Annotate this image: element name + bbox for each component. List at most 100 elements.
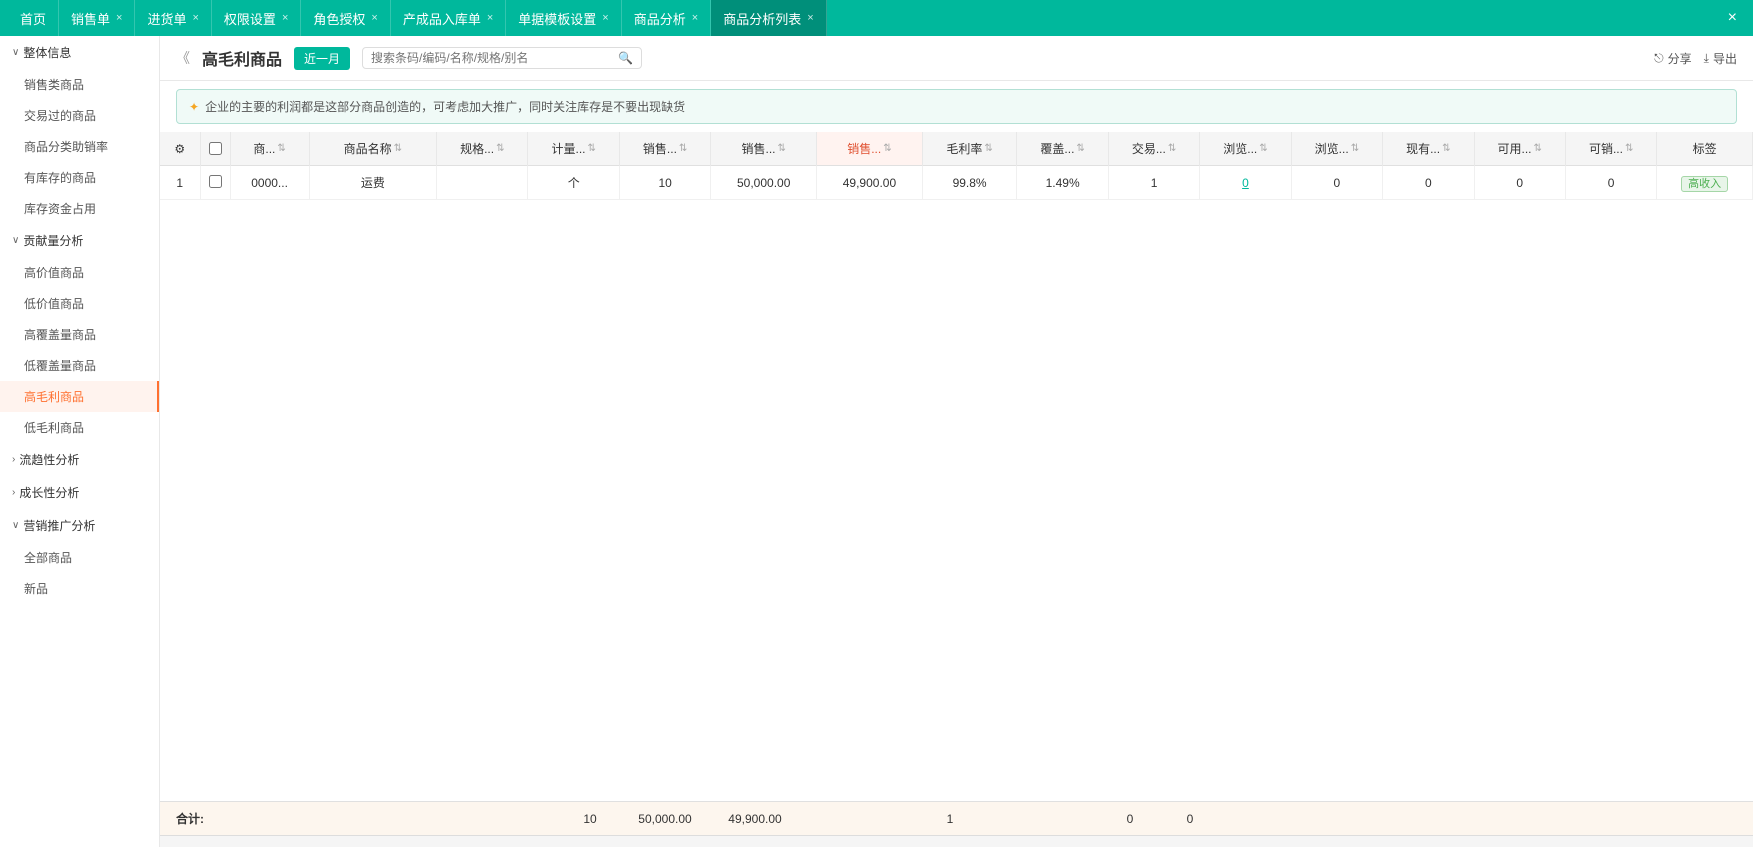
sidebar-item-stocked-goods[interactable]: 有库存的商品 [0,162,159,193]
nav-tab-sales[interactable]: 销售单 × [59,0,135,36]
col-available[interactable]: 可用...⇅ [1474,132,1565,166]
data-table-wrapper[interactable]: ⚙ 商...⇅ 商品名称⇅ 规格...⇅ [160,132,1753,801]
col-sales-amount[interactable]: 销售...⇅ [711,132,817,166]
view1-link[interactable]: 0 [1242,176,1249,190]
close-icon[interactable]: × [692,12,698,24]
nav-tab-home[interactable]: 首页 [8,0,59,36]
table-row: 1 0000... 运费 个 10 50,000.00 49,900.00 99… [160,166,1753,200]
col-view2[interactable]: 浏览...⇅ [1291,132,1382,166]
sort-icon: ⇅ [778,143,786,154]
sidebar-item-stock-capital[interactable]: 库存资金占用 [0,193,159,224]
sidebar-item-high-margin[interactable]: 高毛利商品 [0,381,159,412]
close-icon[interactable]: × [807,12,813,24]
col-name[interactable]: 商品名称⇅ [309,132,436,166]
content-header: 《 高毛利商品 近一月 🔍 ⎋ 分享 ⤓ 导出 [160,36,1753,81]
time-filter-button[interactable]: 近一月 [294,47,350,70]
sidebar-item-new-goods[interactable]: 新品 [0,573,159,604]
col-tag: 标签 [1657,132,1753,166]
export-button[interactable]: ⤓ 导出 [1704,50,1737,67]
sidebar-group-overall[interactable]: ∨ 整体信息 [0,36,159,69]
sidebar-item-high-value[interactable]: 高价值商品 [0,257,159,288]
sidebar: ∨ 整体信息 销售类商品 交易过的商品 商品分类助销率 有库存的商品 库存资金占… [0,36,160,847]
sort-icon: ⇅ [883,143,891,154]
sort-icon: ⇅ [1534,143,1542,154]
sidebar-group-marketing[interactable]: ∨ 营销推广分析 [0,509,159,542]
sort-icon: ⇅ [496,143,504,154]
sort-icon: ⇅ [1351,143,1359,154]
col-unit[interactable]: 计量...⇅ [528,132,619,166]
sidebar-item-low-value[interactable]: 低价值商品 [0,288,159,319]
sort-icon: ⇅ [1259,143,1267,154]
info-banner: ✦ 企业的主要的利润都是这部分商品创造的，可考虑加大推广，同时关注库存是不要出现… [176,89,1737,124]
close-icon[interactable]: × [116,12,122,24]
col-sales-qty[interactable]: 销售...⇅ [619,132,710,166]
col-gross-margin[interactable]: 毛利率⇅ [922,132,1017,166]
close-icon[interactable]: × [602,12,608,24]
nav-tab-analysis-list[interactable]: 商品分析列表 × [711,0,826,36]
close-icon[interactable]: × [487,12,493,24]
row-checkbox[interactable] [209,175,222,188]
sort-icon: ⇅ [1442,143,1450,154]
col-checkbox[interactable] [200,132,230,166]
col-sales-cost[interactable]: 销售...⇅ [817,132,923,166]
table-footer: 合计: 10 50,000.00 49,900.00 1 0 0 [160,801,1753,835]
cell-code: 0000... [230,166,309,200]
sidebar-item-traded-goods[interactable]: 交易过的商品 [0,100,159,131]
nav-tab-permissions[interactable]: 权限设置 × [212,0,301,36]
nav-tab-analysis[interactable]: 商品分析 × [622,0,711,36]
horizontal-scrollbar[interactable] [160,835,1753,847]
cell-available: 0 [1474,166,1565,200]
cell-sales-amount: 50,000.00 [711,166,817,200]
search-input[interactable] [371,51,618,65]
header-actions: ⎋ 分享 ⤓ 导出 [1654,50,1737,67]
sidebar-item-all-goods[interactable]: 全部商品 [0,542,159,573]
sidebar-item-sales-goods[interactable]: 销售类商品 [0,69,159,100]
sidebar-item-high-coverage[interactable]: 高覆盖量商品 [0,319,159,350]
sidebar-group-contribution[interactable]: ∨ 贡献量分析 [0,224,159,257]
collapse-button[interactable]: 《 [176,48,190,68]
col-spec[interactable]: 规格...⇅ [437,132,528,166]
cell-tag: 高收入 [1657,166,1753,200]
col-code[interactable]: 商...⇅ [230,132,309,166]
cell-index: 1 [160,166,200,200]
close-icon[interactable]: × [192,12,198,24]
sidebar-group-trend[interactable]: › 流趋性分析 [0,443,159,476]
footer-sales-qty: 10 [560,812,620,826]
col-sellable[interactable]: 可销...⇅ [1565,132,1656,166]
cell-name: 运费 [309,166,436,200]
sidebar-item-low-margin[interactable]: 低毛利商品 [0,412,159,443]
page-title: 高毛利商品 [202,46,282,70]
nav-tab-inbound[interactable]: 产成品入库单 × [391,0,506,36]
col-coverage[interactable]: 覆盖...⇅ [1017,132,1108,166]
col-settings[interactable]: ⚙ [160,132,200,166]
col-view1[interactable]: 浏览...⇅ [1200,132,1291,166]
cell-current-stock: 0 [1383,166,1474,200]
cell-sellable: 0 [1565,166,1656,200]
cell-view1[interactable]: 0 [1200,166,1291,200]
col-transaction[interactable]: 交易...⇅ [1108,132,1199,166]
close-icon[interactable]: × [282,12,288,24]
share-button[interactable]: ⎋ 分享 [1654,50,1692,67]
sidebar-group-growth[interactable]: › 成长性分析 [0,476,159,509]
chevron-right-icon: › [12,454,15,465]
chevron-down-icon: ∨ [12,520,19,531]
footer-transaction: 1 [920,812,980,826]
search-icon[interactable]: 🔍 [618,51,633,65]
select-all-checkbox[interactable] [209,142,222,155]
window-close-button[interactable]: × [1720,9,1745,27]
sort-icon: ⇅ [1168,143,1176,154]
share-icon: ⎋ [1654,51,1664,66]
sidebar-item-low-coverage[interactable]: 低覆盖量商品 [0,350,159,381]
cell-transaction: 1 [1108,166,1199,200]
sidebar-item-category-rate[interactable]: 商品分类助销率 [0,131,159,162]
data-table: ⚙ 商...⇅ 商品名称⇅ 规格...⇅ [160,132,1753,200]
col-current-stock[interactable]: 现有...⇅ [1383,132,1474,166]
table-header-row: ⚙ 商...⇅ 商品名称⇅ 规格...⇅ [160,132,1753,166]
nav-tab-template[interactable]: 单据模板设置 × [506,0,621,36]
main-container: ∨ 整体信息 销售类商品 交易过的商品 商品分类助销率 有库存的商品 库存资金占… [0,36,1753,847]
close-icon[interactable]: × [371,12,377,24]
nav-tab-roles[interactable]: 角色授权 × [301,0,390,36]
cell-view2: 0 [1291,166,1382,200]
cell-checkbox[interactable] [200,166,230,200]
nav-tab-purchase[interactable]: 进货单 × [135,0,211,36]
